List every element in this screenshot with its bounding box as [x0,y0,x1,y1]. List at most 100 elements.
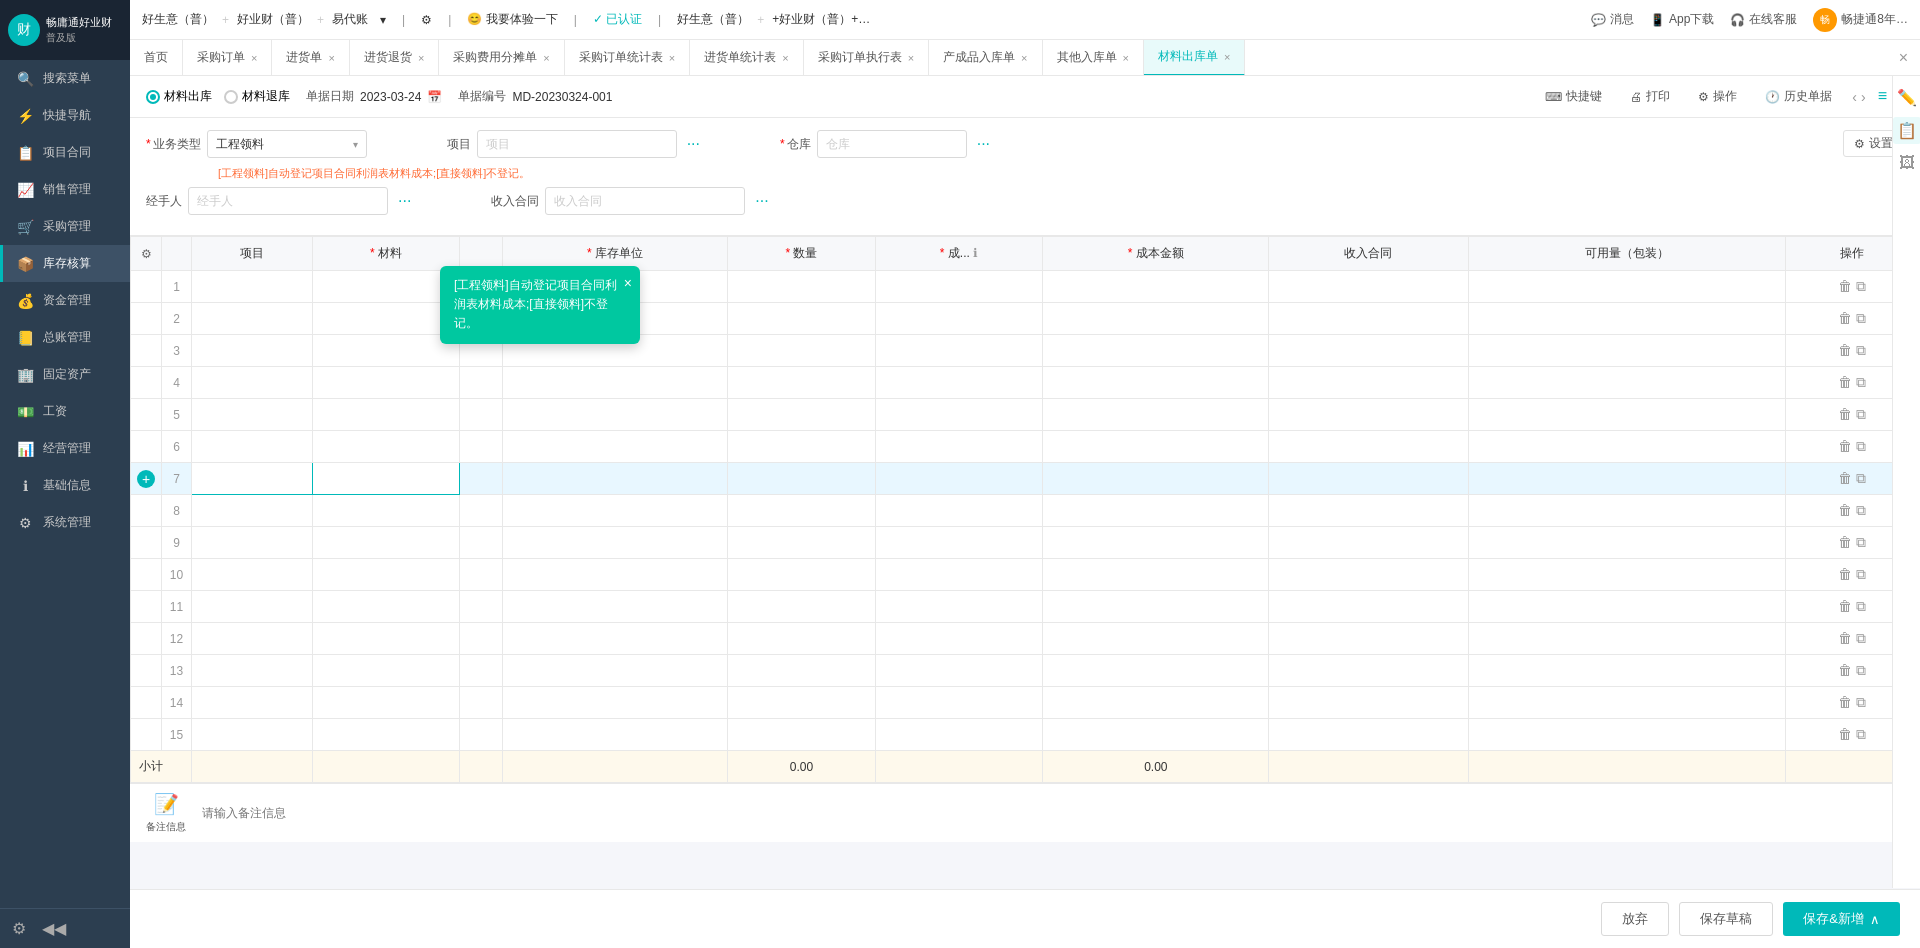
td-material-2[interactable] [312,303,459,335]
copy-icon-15[interactable]: ⧉ [1856,726,1866,743]
sidebar-item-assets[interactable]: 🏢 固定资产 [0,356,130,393]
delete-icon-3[interactable]: 🗑 [1838,342,1852,359]
sidebar-item-salary[interactable]: 💵 工资 [0,393,130,430]
delete-icon-6[interactable]: 🗑 [1838,438,1852,455]
nav-next[interactable]: › [1861,89,1866,105]
tabbar-close-btn[interactable]: × [1887,49,1920,67]
tooltip-close-btn[interactable]: × [624,272,632,294]
copy-icon-9[interactable]: ⧉ [1856,534,1866,551]
sidebar-item-sales[interactable]: 📈 销售管理 [0,171,130,208]
right-image-icon[interactable]: 🖼 [1895,150,1919,176]
sidebar-item-quicknav[interactable]: ⚡ 快捷导航 [0,97,130,134]
calendar-icon[interactable]: 📅 [427,90,442,104]
delete-icon-4[interactable]: 🗑 [1838,374,1852,391]
td-available-1[interactable] [1468,271,1785,303]
delete-icon-2[interactable]: 🗑 [1838,310,1852,327]
copy-icon-11[interactable]: ⧉ [1856,598,1866,615]
tab-finished-inbound[interactable]: 产成品入库单 × [929,40,1042,76]
tab-other-inbound[interactable]: 其他入库单 × [1043,40,1144,76]
topbar-certified[interactable]: ✓ 已认证 [593,11,642,28]
user-avatar[interactable]: 畅 畅捷通8年… [1813,8,1908,32]
topbar-product-1[interactable]: 好生意（普） [677,11,749,28]
td-income-contract-2[interactable] [1269,303,1468,335]
warehouse-dots-icon[interactable]: ··· [977,135,990,153]
topbar-link-1[interactable]: 好生意（普） [142,11,214,28]
sidebar-item-inventory[interactable]: 📦 库存核算 [0,245,130,282]
operate-btn[interactable]: ⚙ 操作 [1690,84,1745,109]
notes-input[interactable] [202,806,1904,820]
online-service-btn[interactable]: 🎧 在线客服 [1730,11,1797,28]
topbar-link-2[interactable]: 好业财（普） [237,11,309,28]
tab-purchase-stats[interactable]: 采购订单统计表 × [565,40,690,76]
delete-icon-5[interactable]: 🗑 [1838,406,1852,423]
right-edit-icon[interactable]: ✏️ [1893,84,1921,111]
tab-purchase-expense[interactable]: 采购费用分摊单 × [439,40,564,76]
td-available-2[interactable] [1468,303,1785,335]
warehouse-input[interactable]: 仓库 [817,130,967,158]
topbar-product-2[interactable]: +好业财（普）+… [772,11,870,28]
copy-icon-7[interactable]: ⧉ [1856,470,1866,487]
right-list-icon[interactable]: 📋 [1893,117,1921,144]
app-download-btn[interactable]: 📱 App下载 [1650,11,1714,28]
copy-icon-14[interactable]: ⧉ [1856,694,1866,711]
tab-close-inbound[interactable]: × [328,52,334,64]
td-cost-amount-2[interactable] [1043,303,1269,335]
project-dots-icon[interactable]: ··· [687,135,700,153]
td-quantity-1[interactable] [728,271,875,303]
copy-icon-12[interactable]: ⧉ [1856,630,1866,647]
income-contract-dots-icon[interactable]: ··· [755,192,768,210]
save-new-btn[interactable]: 保存&新增 ∧ [1783,902,1900,936]
topbar-dropdown[interactable]: ▾ [380,13,386,27]
copy-icon-10[interactable]: ⧉ [1856,566,1866,583]
sidebar-item-project[interactable]: 📋 项目合同 [0,134,130,171]
delete-icon-14[interactable]: 🗑 [1838,694,1852,711]
radio-outbound[interactable]: 材料出库 [146,88,212,105]
handler-input[interactable]: 经手人 [188,187,388,215]
copy-icon-1[interactable]: ⧉ [1856,278,1866,295]
collapse-icon[interactable]: ◀◀ [42,919,66,938]
print-btn[interactable]: 🖨 打印 [1622,84,1678,109]
delete-icon-7[interactable]: 🗑 [1838,470,1852,487]
project-input[interactable]: 项目 [477,130,677,158]
history-btn[interactable]: 🕐 历史单据 [1757,84,1840,109]
tab-inbound[interactable]: 进货单 × [272,40,349,76]
td-cost-price-1[interactable] [875,271,1043,303]
tab-purchase-order[interactable]: 采购订单 × [183,40,272,76]
nav-prev[interactable]: ‹ [1852,89,1857,105]
copy-icon-8[interactable]: ⧉ [1856,502,1866,519]
add-row-btn[interactable]: + [137,470,155,488]
date-value[interactable]: 2023-03-24 [360,90,421,104]
sidebar-item-base[interactable]: ℹ 基础信息 [0,467,130,504]
business-type-input[interactable]: 工程领料 ▾ [207,130,367,158]
copy-icon-3[interactable]: ⧉ [1856,342,1866,359]
income-contract-input[interactable]: 收入合同 [545,187,745,215]
view-list-icon[interactable]: ≡ [1878,87,1887,106]
shortcut-btn[interactable]: ⌨ 快捷键 [1537,84,1610,109]
sidebar-item-operations[interactable]: 📊 经营管理 [0,430,130,467]
sidebar-item-purchase[interactable]: 🛒 采购管理 [0,208,130,245]
radio-return[interactable]: 材料退库 [224,88,290,105]
discard-btn[interactable]: 放弃 [1601,902,1669,936]
td-project-2[interactable] [192,303,313,335]
tab-close-purchase-stats[interactable]: × [669,52,675,64]
th-settings[interactable]: ⚙ [131,237,162,271]
topbar-link-3[interactable]: 易代账 [332,11,368,28]
copy-icon-2[interactable]: ⧉ [1856,310,1866,327]
tab-close-finished-inbound[interactable]: × [1021,52,1027,64]
td-quantity-2[interactable] [728,303,875,335]
td-cost-amount-1[interactable] [1043,271,1269,303]
sidebar-item-search[interactable]: 🔍 搜索菜单 [0,60,130,97]
tab-home[interactable]: 首页 [130,40,183,76]
delete-icon-10[interactable]: 🗑 [1838,566,1852,583]
message-btn[interactable]: 💬 消息 [1591,11,1634,28]
sidebar-item-system[interactable]: ⚙ 系统管理 [0,504,130,541]
sidebar-item-finance[interactable]: 💰 资金管理 [0,282,130,319]
tab-inbound-return[interactable]: 进货退货 × [350,40,439,76]
td-project-1[interactable] [192,271,313,303]
copy-icon-13[interactable]: ⧉ [1856,662,1866,679]
tab-close-purchase-expense[interactable]: × [543,52,549,64]
td-material-1[interactable] [312,271,459,303]
column-settings-icon[interactable]: ⚙ [141,247,152,261]
delete-icon-8[interactable]: 🗑 [1838,502,1852,519]
settings-bottom-icon[interactable]: ⚙ [12,919,26,938]
